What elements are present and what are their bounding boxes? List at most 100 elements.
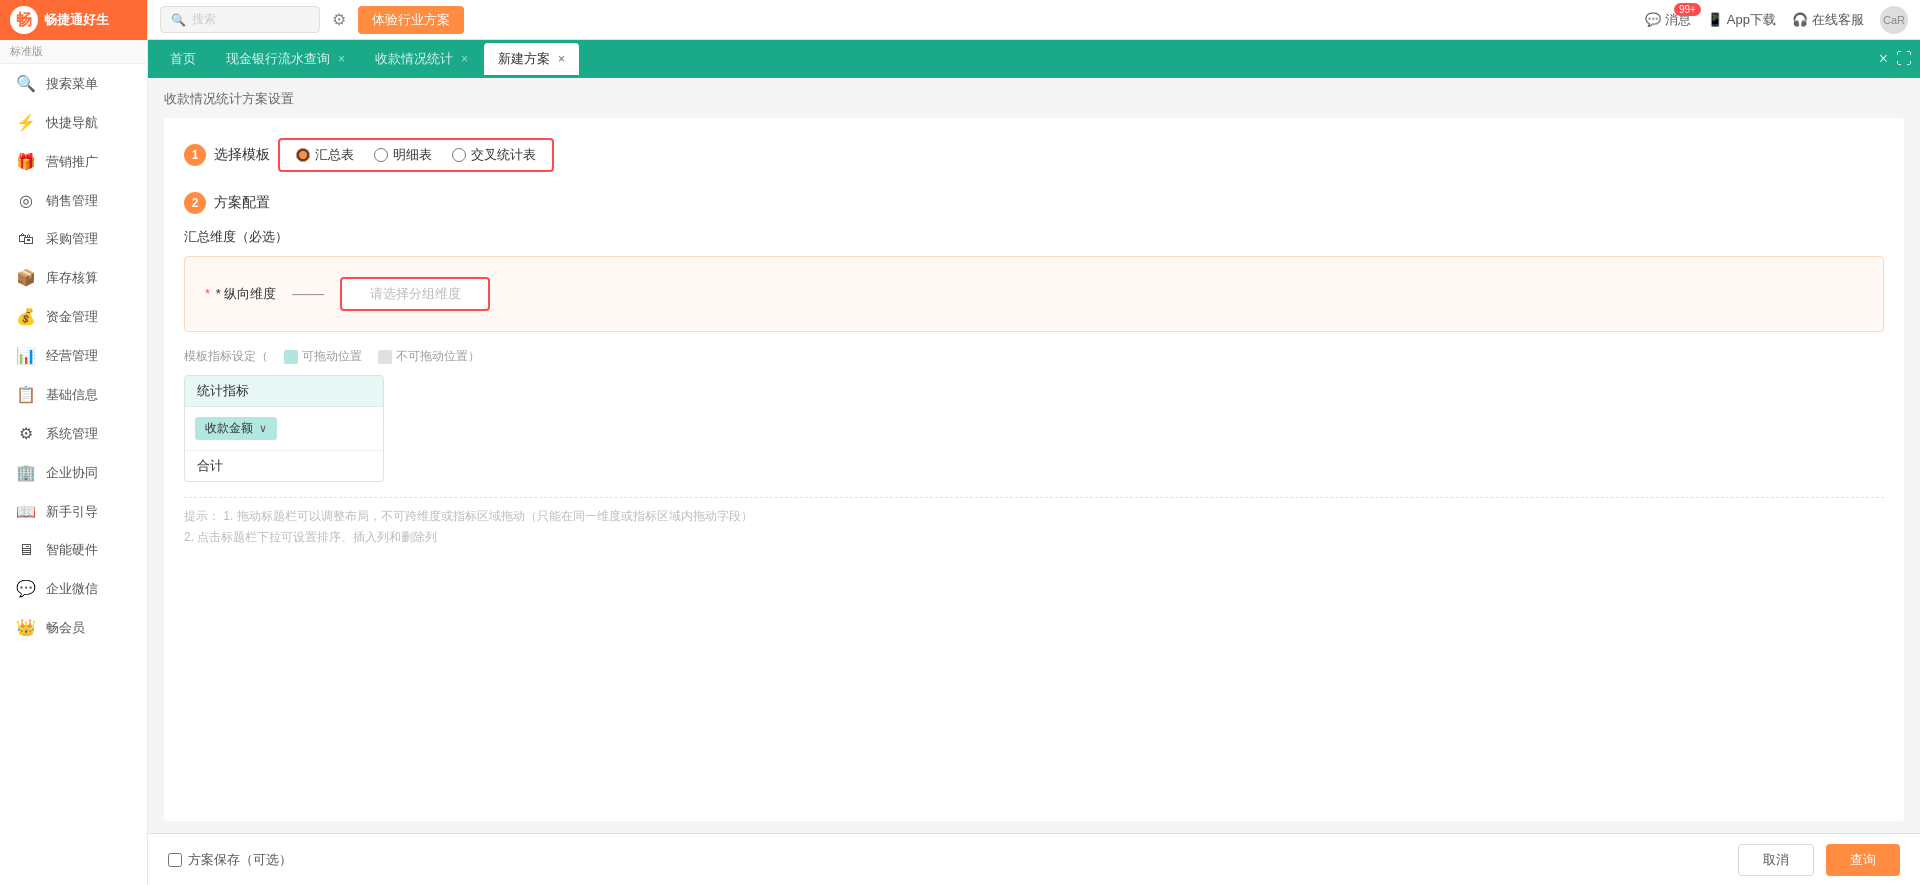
- sidebar-item-operation[interactable]: 📊 经营管理: [0, 336, 147, 375]
- save-option[interactable]: 方案保存（可选）: [168, 851, 292, 869]
- expand-icon[interactable]: ⛶: [1896, 50, 1912, 68]
- sidebar-item-wechat[interactable]: 💬 企业微信: [0, 569, 147, 608]
- main-area: 🔍 搜索 ⚙ 体验行业方案 💬 消息 99+ 📱 App下载 🎧 在线客服 Ca…: [148, 0, 1920, 885]
- message-item[interactable]: 💬 消息 99+: [1645, 11, 1691, 29]
- member-icon: 👑: [16, 618, 36, 637]
- close-window-icon[interactable]: ×: [1879, 50, 1888, 68]
- sidebar-item-guide[interactable]: 📖 新手引导: [0, 492, 147, 531]
- tab-new-plan-label: 新建方案: [498, 50, 550, 68]
- download-item[interactable]: 📱 App下载: [1707, 11, 1776, 29]
- hint-not-draggable-label: 不可拖动位置）: [396, 348, 480, 365]
- hint-draggable: 可拖动位置: [284, 348, 362, 365]
- radio-detail-input[interactable]: [374, 148, 388, 162]
- sidebar-item-marketing[interactable]: 🎁 营销推广: [0, 142, 147, 181]
- metrics-table: 统计指标 收款金额 ∨ 合计: [184, 375, 384, 482]
- sidebar-item-label: 经营管理: [46, 347, 98, 365]
- sidebar-logo: 畅 畅捷通好生: [0, 0, 147, 40]
- vertical-dimension-row: * * 纵向维度 —— 请选择分组维度: [205, 277, 1863, 311]
- sidebar-item-basic[interactable]: 📋 基础信息: [0, 375, 147, 414]
- search-placeholder: 搜索: [192, 11, 216, 28]
- tabs-actions: × ⛶: [1879, 50, 1912, 68]
- sidebar-item-label: 搜索菜单: [46, 75, 98, 93]
- dimension-placeholder[interactable]: 请选择分组维度: [340, 277, 490, 311]
- tab-bar: 首页 现金银行流水查询 × 收款情况统计 × 新建方案 × × ⛶: [148, 40, 1920, 78]
- tab-collection-stat[interactable]: 收款情况统计 ×: [361, 43, 482, 75]
- sidebar-item-label: 快捷导航: [46, 114, 98, 132]
- tab-bank-flow-label: 现金银行流水查询: [226, 50, 330, 68]
- page-title: 收款情况统计方案设置: [164, 90, 1904, 108]
- tip1: 提示： 1. 拖动标题栏可以调整布局，不可跨维度或指标区域拖动（只能在同一维度或…: [184, 508, 1884, 525]
- tab-collection-stat-label: 收款情况统计: [375, 50, 453, 68]
- vertical-label-text: * 纵向维度: [216, 286, 277, 301]
- search-box[interactable]: 🔍 搜索: [160, 6, 320, 33]
- sidebar-item-finance[interactable]: 💰 资金管理: [0, 297, 147, 336]
- sidebar-edition: 标准版: [0, 40, 147, 64]
- sidebar-item-search-menu[interactable]: 🔍 搜索菜单: [0, 64, 147, 103]
- sidebar-item-enterprise[interactable]: 🏢 企业协同: [0, 453, 147, 492]
- purchase-icon: 🛍: [16, 230, 36, 248]
- marketing-icon: 🎁: [16, 152, 36, 171]
- service-item[interactable]: 🎧 在线客服: [1792, 11, 1864, 29]
- radio-summary[interactable]: 汇总表: [296, 146, 354, 164]
- hint-draggable-label: 可拖动位置: [302, 348, 362, 365]
- search-icon: 🔍: [171, 13, 186, 27]
- template-options-box: 汇总表 明细表 交叉统计表: [278, 138, 554, 172]
- tab-bank-flow-close[interactable]: ×: [338, 53, 345, 65]
- guide-icon: 📖: [16, 502, 36, 521]
- hardware-icon: 🖥: [16, 541, 36, 559]
- tab-home[interactable]: 首页: [156, 43, 210, 75]
- tab-new-plan[interactable]: 新建方案 ×: [484, 43, 579, 75]
- download-icon: 📱: [1707, 12, 1723, 27]
- radio-crosstab[interactable]: 交叉统计表: [452, 146, 536, 164]
- metrics-table-header: 统计指标: [185, 376, 383, 407]
- sidebar-item-label: 智能硬件: [46, 541, 98, 559]
- sidebar-item-system[interactable]: ⚙ 系统管理: [0, 414, 147, 453]
- radio-detail[interactable]: 明细表: [374, 146, 432, 164]
- config-section: 2 方案配置 汇总维度（必选） * * 纵向维度 —— 请选择分组维度: [184, 192, 1884, 560]
- section1-num: 1: [184, 144, 206, 166]
- tab-new-plan-close[interactable]: ×: [558, 53, 565, 65]
- sidebar-item-inventory[interactable]: 📦 库存核算: [0, 258, 147, 297]
- metrics-tag[interactable]: 收款金额 ∨: [195, 417, 277, 440]
- sidebar-item-label: 基础信息: [46, 386, 98, 404]
- radio-detail-label: 明细表: [393, 146, 432, 164]
- logo-text: 畅捷通好生: [44, 12, 109, 28]
- sidebar-item-sales[interactable]: ◎ 销售管理: [0, 181, 147, 220]
- section1-title: 选择模板: [214, 146, 270, 164]
- service-icon: 🎧: [1792, 12, 1808, 27]
- template-section-header: 1 选择模板 汇总表 明细表 交叉统计表: [184, 138, 1884, 172]
- sidebar-item-hardware[interactable]: 🖥 智能硬件: [0, 531, 147, 569]
- metrics-label-text: 模板指标设定（: [184, 348, 268, 365]
- gear-icon[interactable]: ⚙: [332, 10, 346, 29]
- sidebar-item-label: 销售管理: [46, 192, 98, 210]
- dimension-title: 汇总维度（必选）: [184, 228, 1884, 246]
- radio-summary-label: 汇总表: [315, 146, 354, 164]
- logo-icon: 畅: [10, 6, 38, 34]
- save-checkbox[interactable]: [168, 853, 182, 867]
- quick-nav-icon: ⚡: [16, 113, 36, 132]
- metrics-hint: 模板指标设定（ 可拖动位置 不可拖动位置）: [184, 348, 1884, 365]
- sidebar-item-quick-nav[interactable]: ⚡ 快捷导航: [0, 103, 147, 142]
- radio-summary-input[interactable]: [296, 148, 310, 162]
- download-label: App下载: [1727, 11, 1776, 29]
- avatar[interactable]: CaR: [1880, 6, 1908, 34]
- sidebar-item-purchase[interactable]: 🛍 采购管理: [0, 220, 147, 258]
- cancel-button[interactable]: 取消: [1738, 844, 1814, 876]
- radio-crosstab-input[interactable]: [452, 148, 466, 162]
- tab-bank-flow[interactable]: 现金银行流水查询 ×: [212, 43, 359, 75]
- sidebar-item-label: 企业协同: [46, 464, 98, 482]
- arrow: ——: [292, 285, 324, 303]
- tips-area: 提示： 1. 拖动标题栏可以调整布局，不可跨维度或指标区域拖动（只能在同一维度或…: [184, 497, 1884, 560]
- topbar-right: 💬 消息 99+ 📱 App下载 🎧 在线客服 CaR: [1645, 6, 1908, 34]
- tab-collection-stat-close[interactable]: ×: [461, 53, 468, 65]
- sidebar-item-member[interactable]: 👑 畅会员: [0, 608, 147, 647]
- draggable-dot: [284, 350, 298, 364]
- query-button[interactable]: 查询: [1826, 844, 1900, 876]
- bottom-buttons: 取消 查询: [1738, 844, 1900, 876]
- industry-btn[interactable]: 体验行业方案: [358, 6, 464, 34]
- search-menu-icon: 🔍: [16, 74, 36, 93]
- sidebar-item-label: 资金管理: [46, 308, 98, 326]
- hint-not-draggable: 不可拖动位置）: [378, 348, 480, 365]
- main-card: 1 选择模板 汇总表 明细表 交叉统计表: [164, 118, 1904, 821]
- message-icon: 💬: [1645, 12, 1661, 27]
